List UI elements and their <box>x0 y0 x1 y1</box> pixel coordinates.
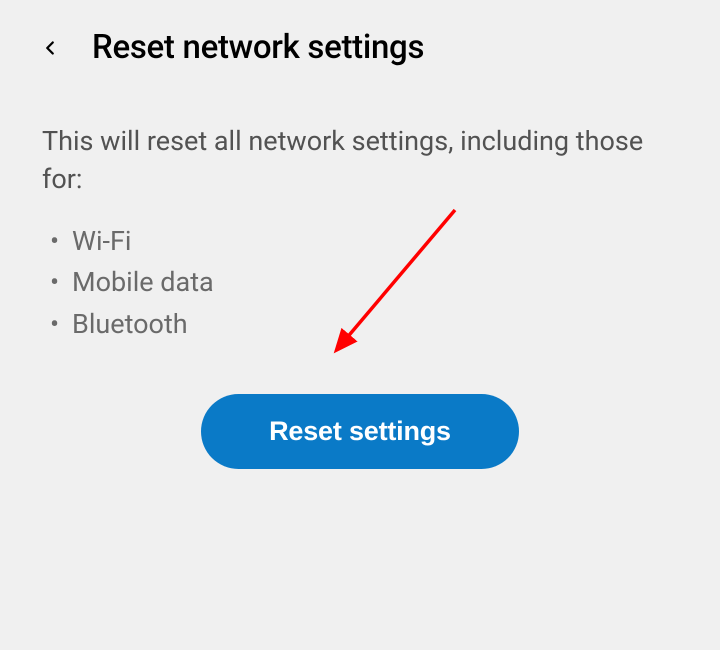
list-item: Bluetooth <box>72 304 678 346</box>
header: Reset network settings <box>0 0 720 85</box>
description-text: This will reset all network settings, in… <box>0 85 720 209</box>
list-item: Wi-Fi <box>72 221 678 263</box>
button-container: Reset settings <box>0 394 720 469</box>
reset-settings-button[interactable]: Reset settings <box>201 394 519 469</box>
back-icon[interactable] <box>36 34 64 62</box>
bullet-list: Wi-Fi Mobile data Bluetooth <box>0 209 720 347</box>
page-title: Reset network settings <box>92 28 424 67</box>
list-item: Mobile data <box>72 262 678 304</box>
